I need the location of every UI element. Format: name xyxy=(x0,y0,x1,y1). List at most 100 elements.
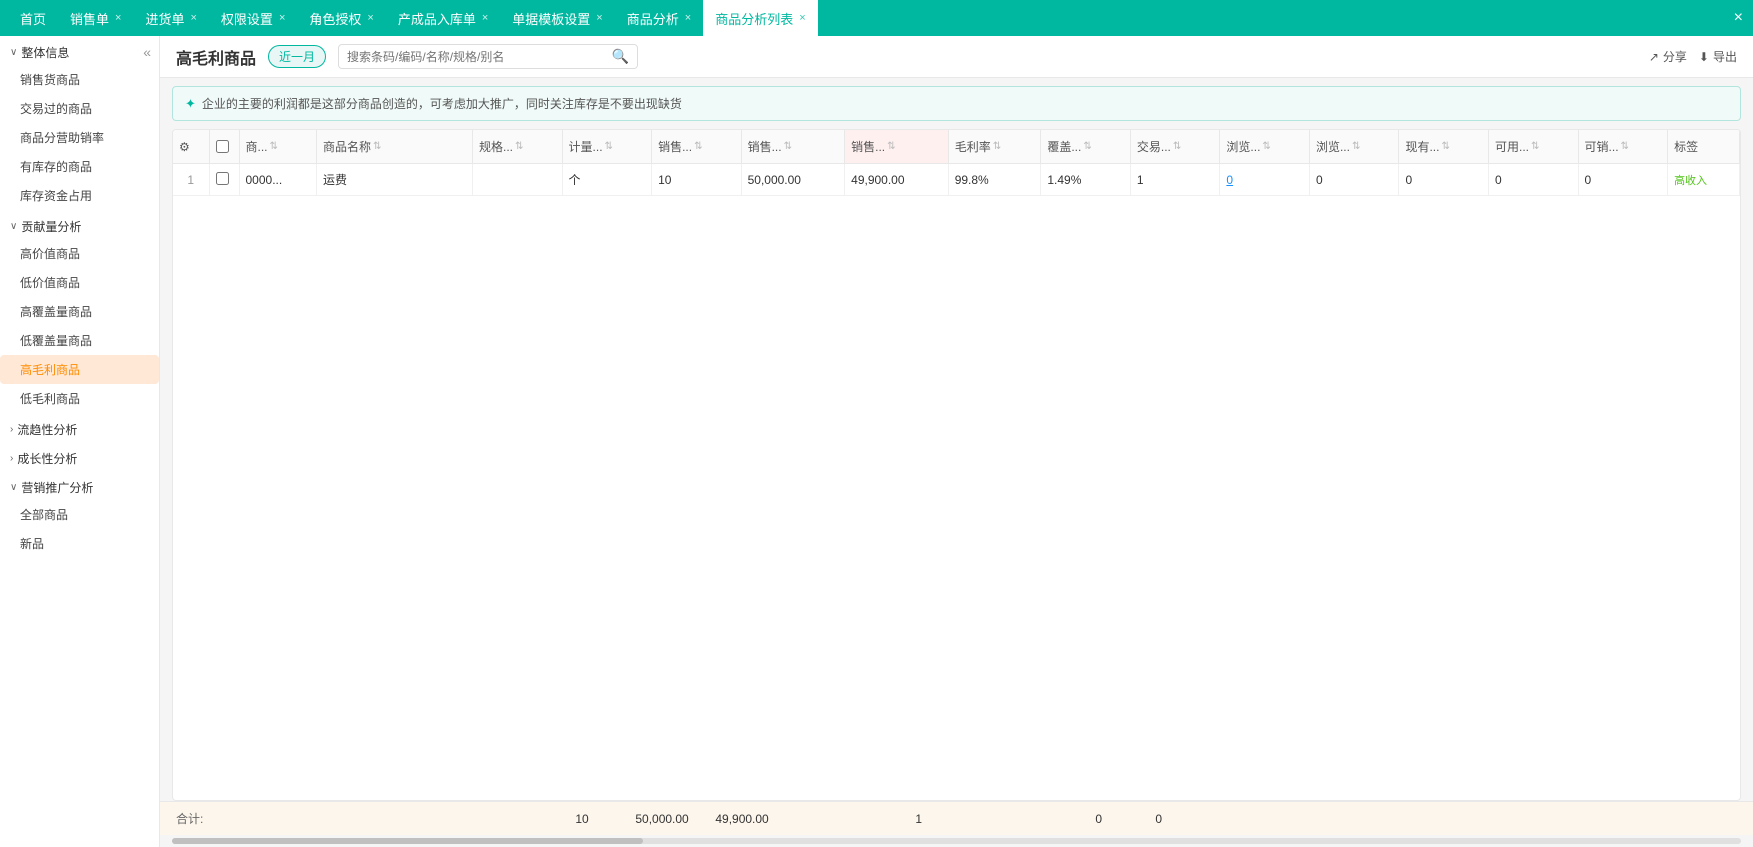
nav-sales[interactable]: 销售单 × xyxy=(58,0,133,36)
sort-icon-12: ⇅ xyxy=(1352,141,1360,152)
col-gross-rate[interactable]: 毛利率⇅ xyxy=(948,130,1041,164)
share-button[interactable]: ↗ 分享 xyxy=(1649,48,1687,65)
total-spacer-8 xyxy=(849,812,909,826)
export-button[interactable]: ⬇ 导出 xyxy=(1699,48,1737,65)
sidebar-section-contribution[interactable]: ∨ 贡献量分析 xyxy=(0,210,159,239)
col-available-stock[interactable]: 可用...⇅ xyxy=(1489,130,1579,164)
sidebar-item-all-goods[interactable]: 全部商品 xyxy=(0,500,159,529)
total-cells: 10 50,000.00 49,900.00 1 0 0 xyxy=(223,812,1209,826)
info-banner: ✦ 企业的主要的利润都是这部分商品创造的，可考虑加大推广，同时关注库存是不要出现… xyxy=(172,86,1741,121)
nav-permissions-close[interactable]: × xyxy=(279,12,285,24)
nav-roles-close[interactable]: × xyxy=(367,12,373,24)
nav-product-analysis-close[interactable]: × xyxy=(685,12,691,24)
col-sales-profit[interactable]: 销售...⇅ xyxy=(845,130,949,164)
nav-permissions[interactable]: 权限设置 × xyxy=(209,0,297,36)
col-spec[interactable]: 规格...⇅ xyxy=(473,130,563,164)
sidebar-item-sales-goods[interactable]: 销售货商品 xyxy=(0,65,159,94)
sidebar-item-low-value[interactable]: 低价值商品 xyxy=(0,268,159,297)
col-settings[interactable]: ⚙ xyxy=(173,130,209,164)
sidebar-item-low-coverage[interactable]: 低覆盖量商品 xyxy=(0,326,159,355)
sort-icon-7: ⇅ xyxy=(887,141,895,152)
total-sales-profit: 49,900.00 xyxy=(709,812,789,826)
row-gross-rate: 99.8% xyxy=(948,164,1041,196)
sidebar-item-stock-capital[interactable]: 库存资金占用 xyxy=(0,181,159,210)
nav-home[interactable]: 首页 xyxy=(8,0,58,36)
search-icon[interactable]: 🔍 xyxy=(612,48,629,65)
arrow-icon: ∨ xyxy=(10,47,17,58)
nav-sales-close[interactable]: × xyxy=(115,12,121,24)
row-checkbox[interactable] xyxy=(209,164,239,196)
sidebar-section-trend[interactable]: › 流趋性分析 xyxy=(0,413,159,442)
sidebar-section-marketing[interactable]: ∨ 营销推广分析 xyxy=(0,471,159,500)
sidebar-item-high-margin[interactable]: 高毛利商品 xyxy=(0,355,159,384)
sidebar-section-growth[interactable]: › 成长性分析 xyxy=(0,442,159,471)
search-box: 🔍 xyxy=(338,44,638,69)
col-transactions[interactable]: 交易...⇅ xyxy=(1130,130,1220,164)
nav-product-inbound-close[interactable]: × xyxy=(482,12,488,24)
filter-recent-month-button[interactable]: 近一月 xyxy=(268,45,326,68)
col-current-stock[interactable]: 现有...⇅ xyxy=(1399,130,1489,164)
row-current-stock: 0 xyxy=(1399,164,1489,196)
scroll-thumb[interactable] xyxy=(172,838,643,844)
nav-roles[interactable]: 角色授权 × xyxy=(297,0,385,36)
top-navigation: 首页 销售单 × 进货单 × 权限设置 × 角色授权 × 产成品入库单 × 单据… xyxy=(0,0,1753,36)
share-icon: ↗ xyxy=(1649,50,1659,64)
sort-icon-11: ⇅ xyxy=(1262,141,1270,152)
sidebar-item-high-value[interactable]: 高价值商品 xyxy=(0,239,159,268)
nav-product-analysis-list-close[interactable]: × xyxy=(799,12,805,24)
sort-icon-13: ⇅ xyxy=(1441,141,1449,152)
row-views1[interactable]: 0 xyxy=(1220,164,1310,196)
select-all-checkbox[interactable] xyxy=(216,140,229,153)
info-icon: ✦ xyxy=(185,96,196,112)
total-spacer-2 xyxy=(259,812,289,826)
content-header: 高毛利商品 近一月 🔍 ↗ 分享 ⬇ 导出 xyxy=(160,36,1753,78)
col-product-name[interactable]: 商品名称⇅ xyxy=(317,130,473,164)
sidebar-item-low-margin[interactable]: 低毛利商品 xyxy=(0,384,159,413)
sort-icon-6: ⇅ xyxy=(784,141,792,152)
search-input[interactable] xyxy=(347,50,608,64)
col-views1[interactable]: 浏览...⇅ xyxy=(1220,130,1310,164)
arrow-icon-2: ∨ xyxy=(10,221,17,232)
row-unit: 个 xyxy=(562,164,652,196)
page-title: 高毛利商品 xyxy=(176,45,256,69)
row-transactions: 1 xyxy=(1130,164,1220,196)
arrow-icon-5: ∨ xyxy=(10,482,17,493)
total-spacer-7 xyxy=(789,812,849,826)
col-unit[interactable]: 计量...⇅ xyxy=(562,130,652,164)
horizontal-scrollbar[interactable] xyxy=(160,835,1753,847)
sidebar-collapse-btn[interactable]: « xyxy=(143,44,151,60)
sidebar-section-overall[interactable]: ∨ 整体信息 xyxy=(0,36,159,65)
nav-product-analysis[interactable]: 商品分析 × xyxy=(615,0,703,36)
col-checkbox[interactable] xyxy=(209,130,239,164)
total-spacer-9 xyxy=(969,812,1029,826)
sidebar-item-new-goods[interactable]: 新品 xyxy=(0,529,159,558)
total-available-stock: 0 xyxy=(1149,812,1209,826)
total-spacer-3 xyxy=(289,812,349,826)
total-spacer-4 xyxy=(349,812,449,826)
row-coverage: 1.49% xyxy=(1041,164,1131,196)
nav-product-analysis-list[interactable]: 商品分析列表 × xyxy=(703,0,817,36)
col-sales-amount[interactable]: 销售...⇅ xyxy=(741,130,845,164)
nav-product-inbound[interactable]: 产成品入库单 × xyxy=(386,0,500,36)
row-sales-qty: 10 xyxy=(652,164,742,196)
col-tag: 标签 xyxy=(1668,130,1740,164)
table-row: 1 0000... 运费 个 10 50,000.00 49,900.00 99… xyxy=(173,164,1740,196)
col-coverage[interactable]: 覆盖...⇅ xyxy=(1041,130,1131,164)
total-current-stock: 0 xyxy=(1089,812,1149,826)
col-views2[interactable]: 浏览...⇅ xyxy=(1309,130,1399,164)
total-transactions: 1 xyxy=(909,812,969,826)
col-code[interactable]: 商...⇅ xyxy=(239,130,317,164)
sidebar-item-sales-assist-rate[interactable]: 商品分营助销率 xyxy=(0,123,159,152)
sort-icon-5: ⇅ xyxy=(694,141,702,152)
col-sales-qty[interactable]: 销售...⇅ xyxy=(652,130,742,164)
sidebar-item-traded-goods[interactable]: 交易过的商品 xyxy=(0,94,159,123)
nav-purchase-close[interactable]: × xyxy=(190,12,196,24)
nav-template-settings[interactable]: 单据模板设置 × xyxy=(500,0,614,36)
close-all-tabs[interactable]: × xyxy=(1734,9,1743,27)
nav-template-settings-close[interactable]: × xyxy=(596,12,602,24)
data-table: ⚙ 商...⇅ 商品名称⇅ 规格...⇅ xyxy=(172,129,1741,801)
sidebar-item-in-stock[interactable]: 有库存的商品 xyxy=(0,152,159,181)
sidebar-item-high-coverage[interactable]: 高覆盖量商品 xyxy=(0,297,159,326)
nav-purchase[interactable]: 进货单 × xyxy=(133,0,208,36)
col-sellable-stock[interactable]: 可销...⇅ xyxy=(1578,130,1668,164)
